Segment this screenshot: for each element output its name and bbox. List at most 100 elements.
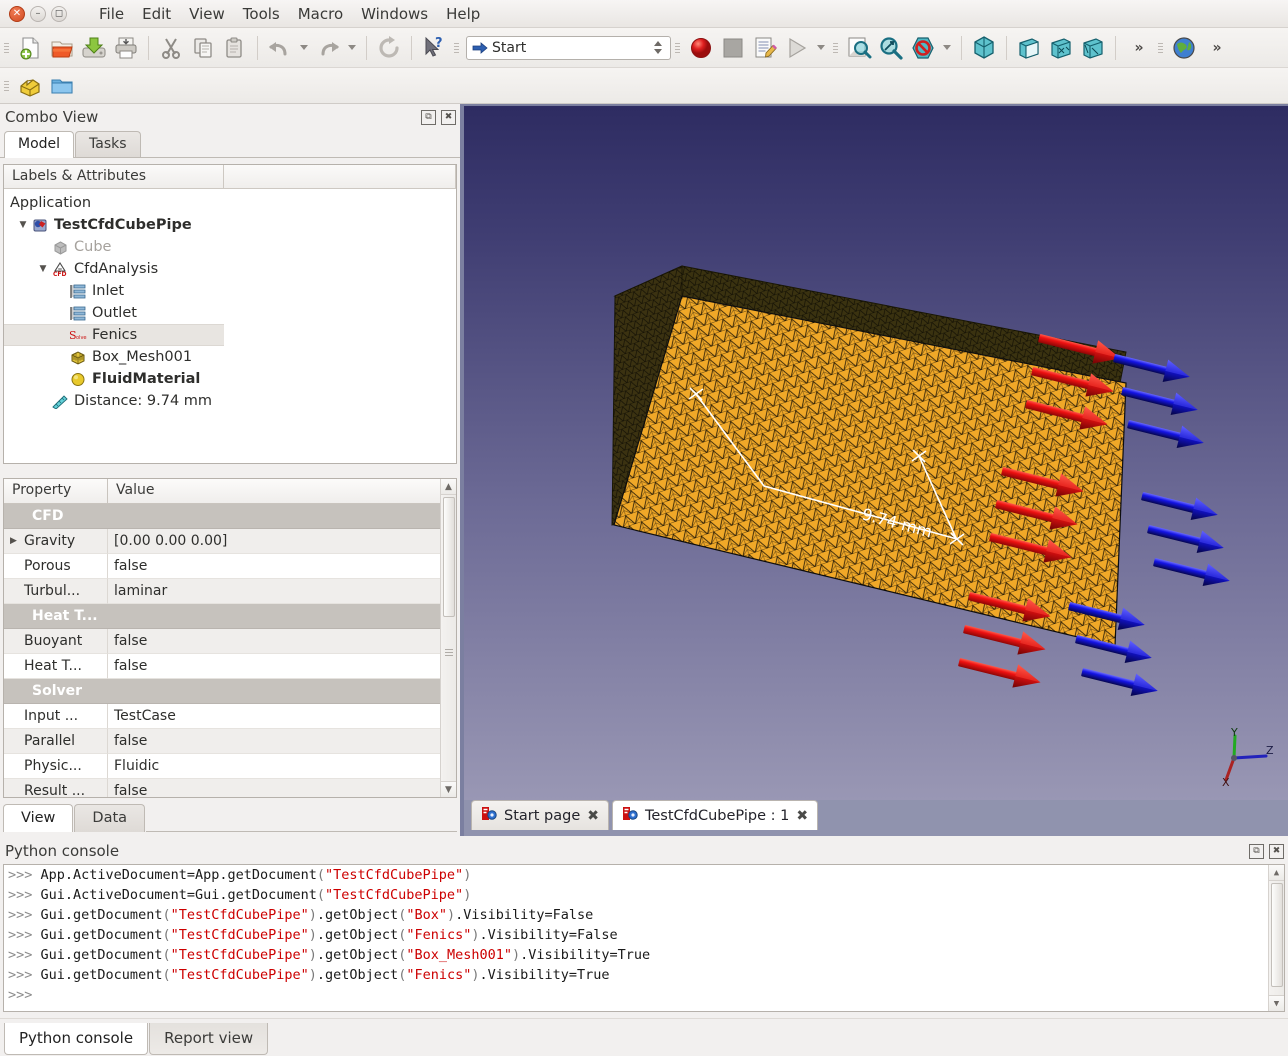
scrollbar-thumb[interactable] <box>1271 883 1283 987</box>
front-view-icon[interactable] <box>1013 32 1045 64</box>
copy-icon[interactable] <box>187 32 219 64</box>
cfd-workbench-icon[interactable] <box>14 70 46 102</box>
tree-item-application[interactable]: Application <box>4 192 456 214</box>
macro-stop-icon[interactable] <box>717 32 749 64</box>
fit-all-icon[interactable] <box>843 32 875 64</box>
tab-python-console[interactable]: Python console <box>4 1023 148 1055</box>
tab-model[interactable]: Model <box>4 131 74 158</box>
maximize-window-button[interactable]: ◻ <box>51 6 67 22</box>
cut-icon[interactable] <box>155 32 187 64</box>
globe-icon[interactable] <box>1168 32 1200 64</box>
property-value[interactable]: false <box>108 779 456 798</box>
close-window-button[interactable]: ✕ <box>9 6 25 22</box>
paste-icon[interactable] <box>219 32 251 64</box>
property-group-solver[interactable]: Solver <box>4 679 456 704</box>
menu-file[interactable]: File <box>90 2 133 26</box>
property-row-gravity[interactable]: ▶Gravity [0.00 0.00 0.00] <box>4 529 456 554</box>
property-row-turbulence[interactable]: Turbul... laminar <box>4 579 456 604</box>
tree-item-fluidmaterial[interactable]: FluidMaterial <box>4 368 456 390</box>
menu-macro[interactable]: Macro <box>289 2 352 26</box>
doc-tab-testcfdcubepipe[interactable]: TestCfdCubePipe : 1 ✖ <box>612 800 818 830</box>
right-view-icon[interactable] <box>1077 32 1109 64</box>
property-value[interactable]: false <box>108 654 456 679</box>
refresh-icon[interactable] <box>373 32 405 64</box>
tree-item-distance[interactable]: Distance: 9.74 mm <box>4 390 456 412</box>
property-value[interactable]: Fluidic <box>108 754 456 779</box>
draw-style-icon[interactable] <box>907 32 939 64</box>
scroll-down-arrow[interactable]: ▼ <box>1269 995 1284 1011</box>
toolbar-overflow-button-2[interactable]: » <box>1200 32 1232 64</box>
workbench-selector[interactable]: Start <box>466 36 671 60</box>
undo-icon[interactable] <box>264 32 296 64</box>
property-group-heat-transfer[interactable]: Heat T... <box>4 604 456 629</box>
property-scrollbar[interactable]: ▲ ▼ <box>440 479 456 797</box>
workbench-toolbar-grip[interactable] <box>453 37 460 59</box>
macro-execute-dropdown-icon[interactable] <box>813 32 829 64</box>
doc-tab-start-page[interactable]: Start page ✖ <box>471 800 609 830</box>
property-column-header[interactable]: Property <box>4 479 108 503</box>
property-row-heat-transfer[interactable]: Heat T... false <box>4 654 456 679</box>
tree-item-outlet[interactable]: Outlet <box>4 302 456 324</box>
property-value[interactable]: laminar <box>108 579 456 604</box>
menu-tools[interactable]: Tools <box>234 2 289 26</box>
undock-icon[interactable]: ⧉ <box>421 110 436 125</box>
draw-style-dropdown-icon[interactable] <box>939 32 955 64</box>
close-panel-icon[interactable]: ✖ <box>1269 844 1284 859</box>
top-view-icon[interactable] <box>1045 32 1077 64</box>
macro-record-icon[interactable] <box>685 32 717 64</box>
tab-tasks[interactable]: Tasks <box>75 131 141 157</box>
close-icon[interactable]: ✖ <box>796 808 808 824</box>
tab-report-view[interactable]: Report view <box>149 1023 268 1055</box>
tree-item-testcfdcubepipe[interactable]: ▼ TestCfdCubePipe <box>4 214 456 236</box>
view-toolbar-grip[interactable] <box>832 37 839 59</box>
tree-item-cfdanalysis[interactable]: ▼ CFD CfdAnalysis <box>4 258 456 280</box>
python-console-output[interactable]: >>> App.ActiveDocument=App.getDocument("… <box>3 864 1285 1012</box>
undock-icon[interactable]: ⧉ <box>1249 844 1264 859</box>
expand-icon[interactable]: ▶ <box>10 536 22 546</box>
tab-data[interactable]: Data <box>74 804 145 832</box>
menu-windows[interactable]: Windows <box>352 2 437 26</box>
tree-header-blank[interactable] <box>224 165 456 188</box>
property-row-physics[interactable]: Physic... Fluidic <box>4 754 456 779</box>
property-row-buoyant[interactable]: Buoyant false <box>4 629 456 654</box>
menu-view[interactable]: View <box>180 2 234 26</box>
tree-item-cube[interactable]: Cube <box>4 236 456 258</box>
close-panel-icon[interactable]: ✖ <box>441 110 456 125</box>
redo-dropdown-icon[interactable] <box>344 32 360 64</box>
property-value[interactable]: [0.00 0.00 0.00] <box>108 529 456 554</box>
toolbar-overflow-button[interactable]: » <box>1122 32 1154 64</box>
macro-execute-icon[interactable] <box>781 32 813 64</box>
chevron-down-icon[interactable]: ▼ <box>36 264 50 274</box>
macro-edit-icon[interactable] <box>749 32 781 64</box>
property-group-cfd[interactable]: CFD <box>4 504 456 529</box>
value-column-header[interactable]: Value <box>108 479 456 503</box>
menu-edit[interactable]: Edit <box>133 2 180 26</box>
property-value[interactable]: TestCase <box>108 704 456 729</box>
tree-item-fenics[interactable]: S olver Fenics <box>4 324 224 346</box>
tree-item-box-mesh001[interactable]: Box_Mesh001 <box>4 346 456 368</box>
save-document-icon[interactable] <box>78 32 110 64</box>
scroll-up-arrow[interactable]: ▲ <box>441 479 456 495</box>
property-value[interactable]: false <box>108 629 456 654</box>
property-value[interactable]: false <box>108 554 456 579</box>
scrollbar-thumb[interactable] <box>443 497 455 617</box>
property-row-porous[interactable]: Porous false <box>4 554 456 579</box>
open-folder-icon[interactable] <box>46 70 78 102</box>
undo-dropdown-icon[interactable] <box>296 32 312 64</box>
secondary-toolbar-grip[interactable] <box>3 75 10 97</box>
property-row-input-case[interactable]: Input ... TestCase <box>4 704 456 729</box>
tab-view[interactable]: View <box>3 804 73 832</box>
console-scrollbar[interactable]: ▲ ▼ <box>1268 865 1284 1011</box>
close-icon[interactable]: ✖ <box>587 808 599 824</box>
redo-icon[interactable] <box>312 32 344 64</box>
whats-this-icon[interactable]: ? <box>418 32 450 64</box>
isometric-view-icon[interactable] <box>968 32 1000 64</box>
toolbar-grip[interactable] <box>3 37 10 59</box>
tree-item-inlet[interactable]: Inlet <box>4 280 456 302</box>
property-row-parallel[interactable]: Parallel false <box>4 729 456 754</box>
open-document-icon[interactable] <box>46 32 78 64</box>
fit-selection-icon[interactable] <box>875 32 907 64</box>
menu-help[interactable]: Help <box>437 2 489 26</box>
web-toolbar-grip[interactable] <box>1157 37 1164 59</box>
3d-viewport[interactable]: 9.74 mm <box>464 106 1288 800</box>
